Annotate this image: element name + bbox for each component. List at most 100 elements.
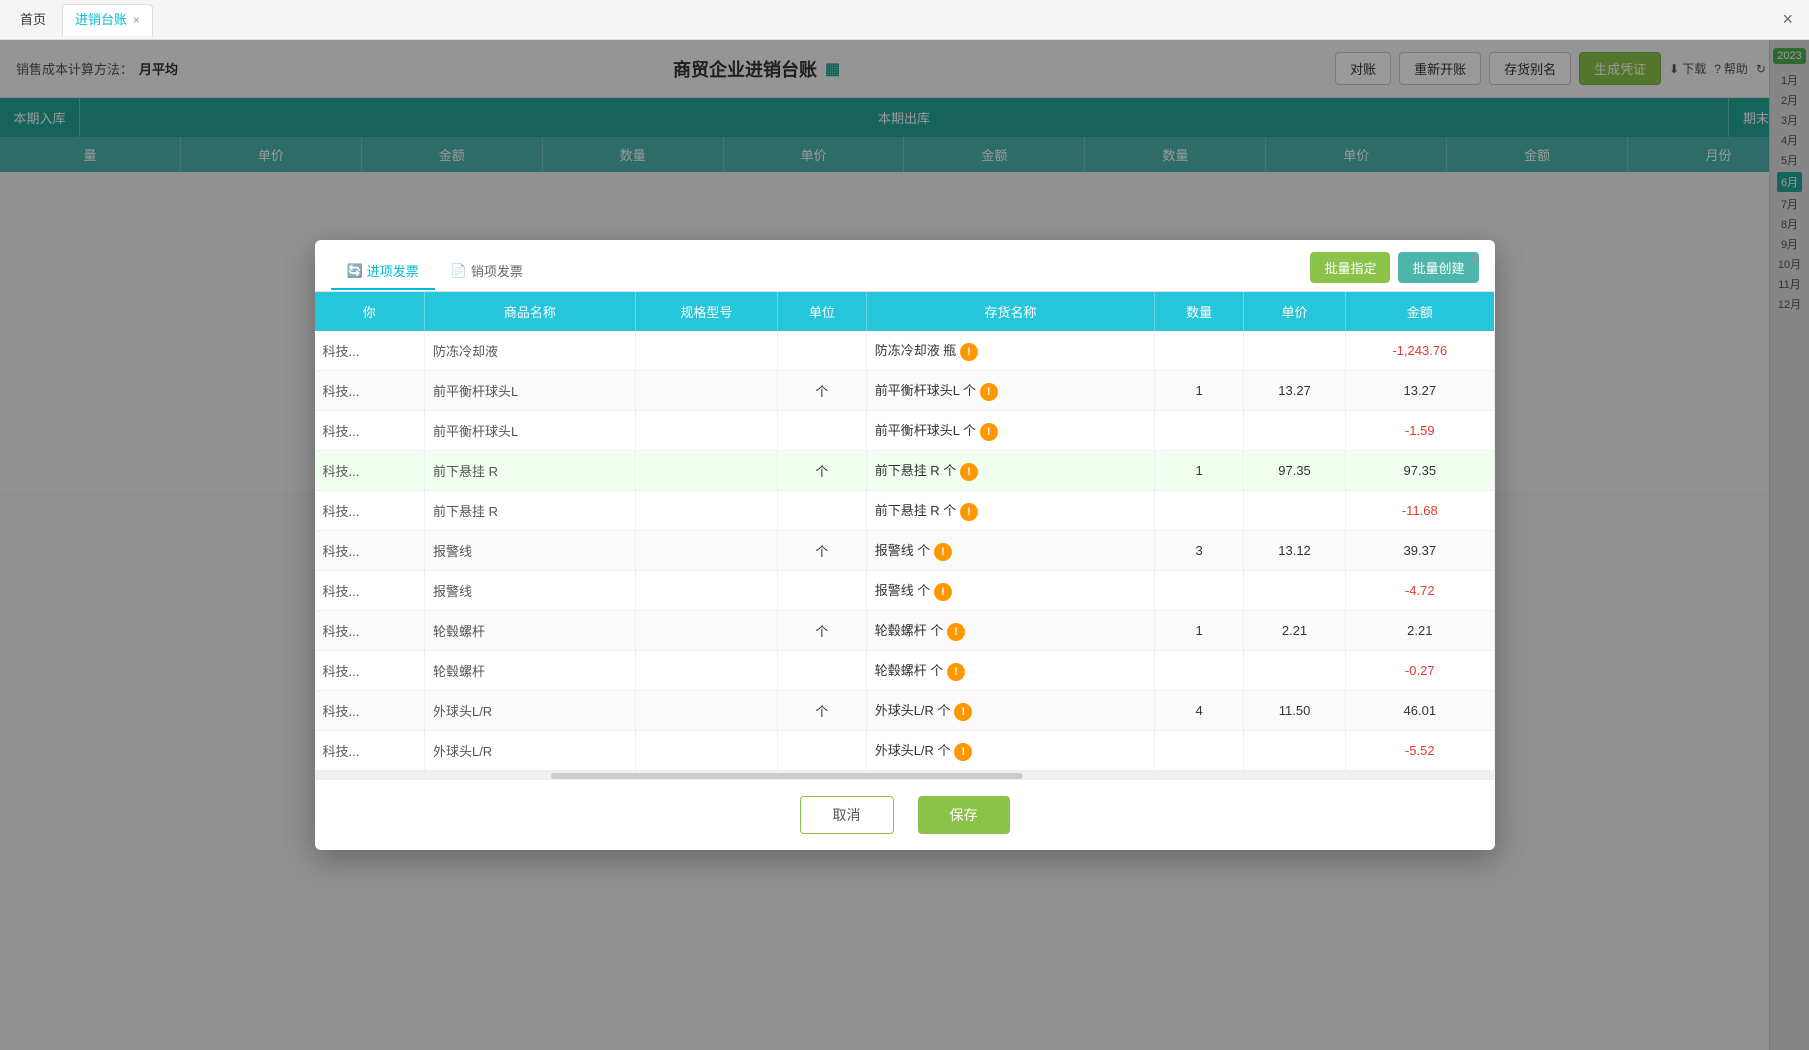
cell-you-9: 科技... — [315, 691, 425, 731]
tab-outgoing-invoice[interactable]: 📄 销项发票 — [435, 253, 539, 290]
horizontal-scrollbar[interactable] — [315, 771, 1495, 779]
cell-qty-9: 4 — [1155, 691, 1244, 731]
cell-unit-1: 个 — [778, 371, 867, 411]
table-row: 科技... 外球头L/R 个 外球头L/R 个 ! 4 11.50 46.01 — [315, 691, 1495, 731]
tab-active[interactable]: 进销台账 × — [62, 4, 153, 36]
cell-unit-8 — [778, 651, 867, 691]
table-row: 科技... 报警线 个 报警线 个 ! 3 13.12 39.37 — [315, 531, 1495, 571]
cell-price-3: 97.35 — [1243, 451, 1345, 491]
cell-amount-5: 39.37 — [1346, 531, 1494, 571]
cell-inventory-2: 前平衡杆球头L 个 ! — [866, 411, 1155, 451]
cell-amount-6: -4.72 — [1346, 571, 1494, 611]
cell-you-5: 科技... — [315, 531, 425, 571]
modal-dialog: 🔄 进项发票 📄 销项发票 批量指定 批量创建 × — [315, 240, 1495, 850]
cell-spec-0 — [635, 331, 777, 371]
cell-you-8: 科技... — [315, 651, 425, 691]
cell-spec-9 — [635, 691, 777, 731]
cell-inventory-3: 前下悬挂 R 个 ! — [866, 451, 1155, 491]
warning-icon: ! — [934, 543, 952, 561]
warning-icon: ! — [947, 663, 965, 681]
warning-icon: ! — [954, 743, 972, 761]
cell-product-5: 报警线 — [424, 531, 635, 571]
cell-spec-5 — [635, 531, 777, 571]
btn-cancel[interactable]: 取消 — [800, 796, 894, 834]
cell-price-0 — [1243, 331, 1345, 371]
col-inventory: 存货名称 — [866, 292, 1155, 331]
cell-unit-6 — [778, 571, 867, 611]
warning-icon: ! — [954, 703, 972, 721]
warning-icon: ! — [960, 343, 978, 361]
cell-price-4 — [1243, 491, 1345, 531]
cell-qty-1: 1 — [1155, 371, 1244, 411]
cell-inventory-8: 轮毂螺杆 个 ! — [866, 651, 1155, 691]
modal-close-button[interactable]: × — [1470, 250, 1481, 271]
cell-you-10: 科技... — [315, 731, 425, 771]
table-row: 科技... 前下悬挂 R 前下悬挂 R 个 ! -11.68 — [315, 491, 1495, 531]
table-row: 科技... 前下悬挂 R 个 前下悬挂 R 个 ! 1 97.35 97.35 — [315, 451, 1495, 491]
col-unit: 单位 — [778, 292, 867, 331]
window-close-icon[interactable]: × — [1774, 9, 1801, 30]
btn-save[interactable]: 保存 — [918, 796, 1010, 834]
cell-spec-3 — [635, 451, 777, 491]
main-area: 销售成本计算方法： 月平均 商贸企业进销台账 ▦ 对账 重新开账 存货别名 生成… — [0, 40, 1809, 1050]
incoming-icon: 🔄 — [347, 263, 363, 279]
btn-batch-assign[interactable]: 批量指定 — [1310, 252, 1390, 283]
cell-amount-10: -5.52 — [1346, 731, 1494, 771]
cell-qty-8 — [1155, 651, 1244, 691]
warning-icon: ! — [980, 423, 998, 441]
cell-spec-7 — [635, 611, 777, 651]
outgoing-icon: 📄 — [451, 263, 467, 279]
col-amount: 金额 — [1346, 292, 1494, 331]
warning-icon: ! — [960, 503, 978, 521]
cell-unit-7: 个 — [778, 611, 867, 651]
cell-price-6 — [1243, 571, 1345, 611]
cell-amount-4: -11.68 — [1346, 491, 1494, 531]
cell-amount-2: -1.59 — [1346, 411, 1494, 451]
cell-you-1: 科技... — [315, 371, 425, 411]
cell-inventory-6: 报警线 个 ! — [866, 571, 1155, 611]
cell-you-6: 科技... — [315, 571, 425, 611]
cell-product-1: 前平衡杆球头L — [424, 371, 635, 411]
tab-close-icon[interactable]: × — [133, 4, 140, 36]
cell-product-10: 外球头L/R — [424, 731, 635, 771]
cell-you-0: 科技... — [315, 331, 425, 371]
modal-table-container[interactable]: 你 商品名称 规格型号 单位 存货名称 数量 单价 金额 科技... — [315, 292, 1495, 771]
cell-price-1: 13.27 — [1243, 371, 1345, 411]
cell-qty-6 — [1155, 571, 1244, 611]
table-row: 科技... 外球头L/R 外球头L/R 个 ! -5.52 — [315, 731, 1495, 771]
cell-inventory-7: 轮毂螺杆 个 ! — [866, 611, 1155, 651]
table-row: 科技... 前平衡杆球头L 前平衡杆球头L 个 ! -1.59 — [315, 411, 1495, 451]
cell-price-7: 2.21 — [1243, 611, 1345, 651]
table-row: 科技... 轮毂螺杆 轮毂螺杆 个 ! -0.27 — [315, 651, 1495, 691]
table-row: 科技... 前平衡杆球头L 个 前平衡杆球头L 个 ! 1 13.27 13.2… — [315, 371, 1495, 411]
cell-product-4: 前下悬挂 R — [424, 491, 635, 531]
cell-spec-4 — [635, 491, 777, 531]
btn-batch-create[interactable]: 批量创建 — [1398, 252, 1478, 283]
cell-spec-2 — [635, 411, 777, 451]
cell-qty-10 — [1155, 731, 1244, 771]
cell-qty-2 — [1155, 411, 1244, 451]
active-tab-label: 进销台账 — [75, 4, 127, 36]
cell-amount-0: -1,243.76 — [1346, 331, 1494, 371]
cell-spec-8 — [635, 651, 777, 691]
cell-unit-2 — [778, 411, 867, 451]
cell-unit-3: 个 — [778, 451, 867, 491]
col-price: 单价 — [1243, 292, 1345, 331]
cell-product-7: 轮毂螺杆 — [424, 611, 635, 651]
cell-product-8: 轮毂螺杆 — [424, 651, 635, 691]
cell-spec-1 — [635, 371, 777, 411]
top-bar: 首页 进销台账 × × — [0, 0, 1809, 40]
invoice-table: 你 商品名称 规格型号 单位 存货名称 数量 单价 金额 科技... — [315, 292, 1495, 771]
scroll-thumb — [551, 773, 1023, 779]
modal-header: 🔄 进项发票 📄 销项发票 批量指定 批量创建 × — [315, 240, 1495, 292]
cell-you-7: 科技... — [315, 611, 425, 651]
tab-incoming-invoice[interactable]: 🔄 进项发票 — [331, 253, 435, 290]
cell-spec-6 — [635, 571, 777, 611]
cell-inventory-0: 防冻冷却液 瓶 ! — [866, 331, 1155, 371]
cell-product-2: 前平衡杆球头L — [424, 411, 635, 451]
cell-inventory-9: 外球头L/R 个 ! — [866, 691, 1155, 731]
table-header-row: 你 商品名称 规格型号 单位 存货名称 数量 单价 金额 — [315, 292, 1495, 331]
cell-unit-5: 个 — [778, 531, 867, 571]
tab-home[interactable]: 首页 — [8, 4, 58, 36]
cell-price-2 — [1243, 411, 1345, 451]
